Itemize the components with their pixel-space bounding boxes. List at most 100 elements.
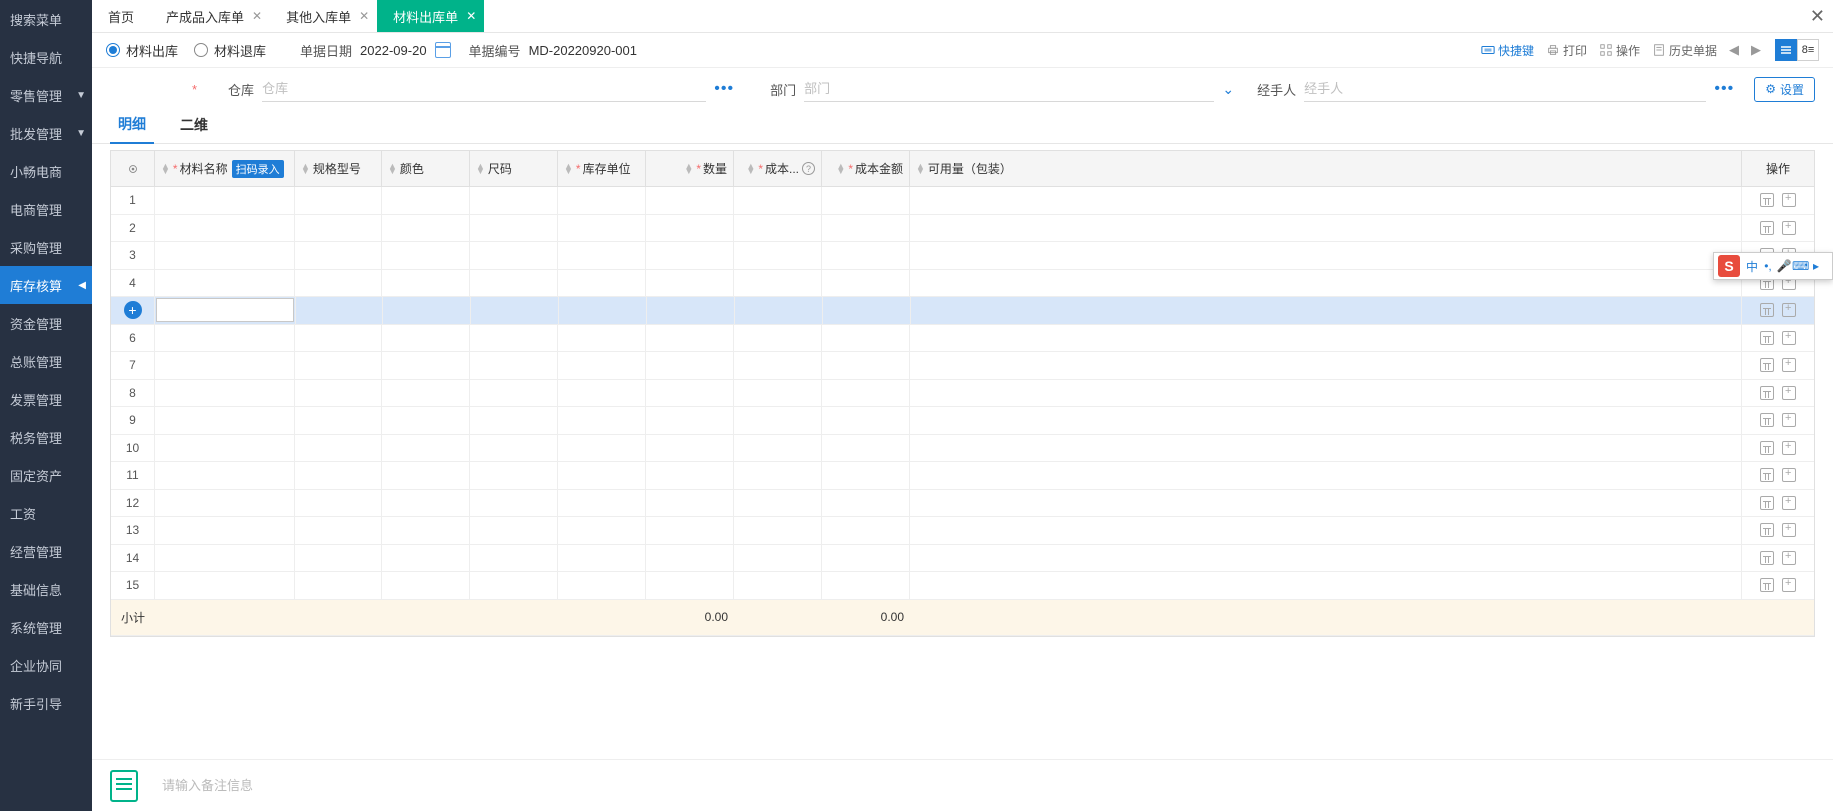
table-row[interactable]: 15: [111, 572, 1814, 600]
delete-row-icon[interactable]: [1760, 331, 1774, 345]
scan-badge[interactable]: 扫码录入: [232, 160, 284, 178]
delete-row-icon[interactable]: [1760, 193, 1774, 207]
insert-row-icon[interactable]: [1782, 303, 1796, 317]
prev-arrow-icon[interactable]: ◀: [1725, 41, 1743, 59]
date-value[interactable]: 2022-09-20: [360, 43, 427, 58]
sidebar-item[interactable]: 新手引导: [0, 684, 92, 722]
header-avail[interactable]: ▲▼可用量（包装）: [910, 151, 1742, 186]
ime-lang[interactable]: 中: [1744, 258, 1760, 275]
sidebar-item[interactable]: 电商管理: [0, 190, 92, 228]
print-button[interactable]: 打印: [1542, 42, 1591, 59]
remark-input[interactable]: [162, 778, 1815, 793]
delete-row-icon[interactable]: [1760, 551, 1774, 565]
tab[interactable]: 产成品入库单✕: [150, 0, 270, 32]
close-all-tabs-icon[interactable]: ✕: [1810, 6, 1825, 27]
sidebar-item[interactable]: 快捷导航: [0, 38, 92, 76]
header-color[interactable]: ▲▼颜色: [382, 151, 470, 186]
note-icon[interactable]: [110, 770, 138, 802]
subtab-detail[interactable]: 明细: [110, 114, 154, 144]
delete-row-icon[interactable]: [1760, 578, 1774, 592]
sidebar-item[interactable]: 批发管理▼: [0, 114, 92, 152]
sidebar-item[interactable]: 搜索菜单: [0, 0, 92, 38]
delete-row-icon[interactable]: [1760, 221, 1774, 235]
table-row[interactable]: 9: [111, 407, 1814, 435]
next-arrow-icon[interactable]: ▶: [1747, 41, 1765, 59]
insert-row-icon[interactable]: [1782, 468, 1796, 482]
sidebar-item[interactable]: 资金管理: [0, 304, 92, 342]
sidebar-item[interactable]: 小畅电商: [0, 152, 92, 190]
insert-row-icon[interactable]: [1782, 331, 1796, 345]
sidebar-item[interactable]: 发票管理: [0, 380, 92, 418]
table-row[interactable]: 3: [111, 242, 1814, 270]
sidebar-item[interactable]: 库存核算◀: [0, 266, 92, 304]
tab[interactable]: 材料出库单✕: [377, 0, 484, 32]
more-icon[interactable]: •••: [706, 80, 742, 98]
header-cost[interactable]: ▲▼*成本...?: [734, 151, 822, 186]
sidebar-item[interactable]: 经营管理: [0, 532, 92, 570]
sidebar-item[interactable]: 系统管理: [0, 608, 92, 646]
delete-row-icon[interactable]: [1760, 303, 1774, 317]
chevron-down-icon[interactable]: ⌄: [1214, 81, 1242, 98]
table-row[interactable]: +: [111, 297, 1814, 325]
add-row-button[interactable]: +: [124, 301, 142, 319]
history-button[interactable]: 历史单据: [1648, 42, 1721, 59]
ime-more-icon[interactable]: ▸: [1808, 259, 1824, 273]
cell-input[interactable]: [156, 298, 294, 322]
table-row[interactable]: 2: [111, 215, 1814, 243]
calendar-icon[interactable]: [435, 42, 451, 58]
delete-row-icon[interactable]: [1760, 468, 1774, 482]
sidebar-item[interactable]: 企业协同: [0, 646, 92, 684]
header-amount[interactable]: ▲▼*成本金额: [822, 151, 910, 186]
insert-row-icon[interactable]: [1782, 441, 1796, 455]
ime-toolbar[interactable]: S 中 •, 🎤 ⌨ ▸: [1713, 252, 1833, 280]
sidebar-item[interactable]: 固定资产: [0, 456, 92, 494]
ime-punct-icon[interactable]: •,: [1760, 259, 1776, 273]
insert-row-icon[interactable]: [1782, 496, 1796, 510]
delete-row-icon[interactable]: [1760, 358, 1774, 372]
header-spec[interactable]: ▲▼规格型号: [295, 151, 382, 186]
sidebar-item[interactable]: 总账管理: [0, 342, 92, 380]
table-row[interactable]: 4: [111, 270, 1814, 298]
table-row[interactable]: 14: [111, 545, 1814, 573]
table-row[interactable]: 11: [111, 462, 1814, 490]
more-icon[interactable]: •••: [1706, 80, 1742, 98]
shortcut-button[interactable]: 快捷键: [1477, 42, 1538, 59]
info-icon[interactable]: ?: [802, 162, 815, 175]
tab[interactable]: 其他入库单✕: [270, 0, 377, 32]
table-row[interactable]: 8: [111, 380, 1814, 408]
handler-input[interactable]: [1304, 76, 1706, 102]
header-gear[interactable]: [111, 151, 155, 186]
delete-row-icon[interactable]: [1760, 413, 1774, 427]
header-qty[interactable]: ▲▼*数量: [646, 151, 734, 186]
radio-material-return[interactable]: 材料退库: [194, 41, 266, 60]
view-list-button[interactable]: [1775, 39, 1797, 61]
delete-row-icon[interactable]: [1760, 523, 1774, 537]
table-row[interactable]: 12: [111, 490, 1814, 518]
tab[interactable]: 首页: [92, 0, 150, 32]
header-unit[interactable]: ▲▼*库存单位: [558, 151, 646, 186]
warehouse-input[interactable]: [262, 76, 706, 102]
sidebar-item[interactable]: 零售管理▼: [0, 76, 92, 114]
header-size[interactable]: ▲▼尺码: [470, 151, 558, 186]
operate-button[interactable]: 操作: [1595, 42, 1644, 59]
insert-row-icon[interactable]: [1782, 221, 1796, 235]
insert-row-icon[interactable]: [1782, 193, 1796, 207]
table-row[interactable]: 13: [111, 517, 1814, 545]
radio-material-out[interactable]: 材料出库: [106, 41, 178, 60]
insert-row-icon[interactable]: [1782, 358, 1796, 372]
settings-button[interactable]: ⚙ 设置: [1754, 77, 1815, 102]
delete-row-icon[interactable]: [1760, 386, 1774, 400]
view-detail-button[interactable]: 8≡: [1797, 39, 1819, 61]
subtab-2d[interactable]: 二维: [172, 115, 216, 143]
sidebar-item[interactable]: 基础信息: [0, 570, 92, 608]
sidebar-item[interactable]: 税务管理: [0, 418, 92, 456]
delete-row-icon[interactable]: [1760, 441, 1774, 455]
table-row[interactable]: 7: [111, 352, 1814, 380]
close-icon[interactable]: ✕: [252, 9, 262, 23]
delete-row-icon[interactable]: [1760, 496, 1774, 510]
dept-input[interactable]: [804, 76, 1214, 102]
insert-row-icon[interactable]: [1782, 413, 1796, 427]
sidebar-item[interactable]: 采购管理: [0, 228, 92, 266]
table-row[interactable]: 1: [111, 187, 1814, 215]
ime-mic-icon[interactable]: 🎤: [1776, 259, 1792, 273]
